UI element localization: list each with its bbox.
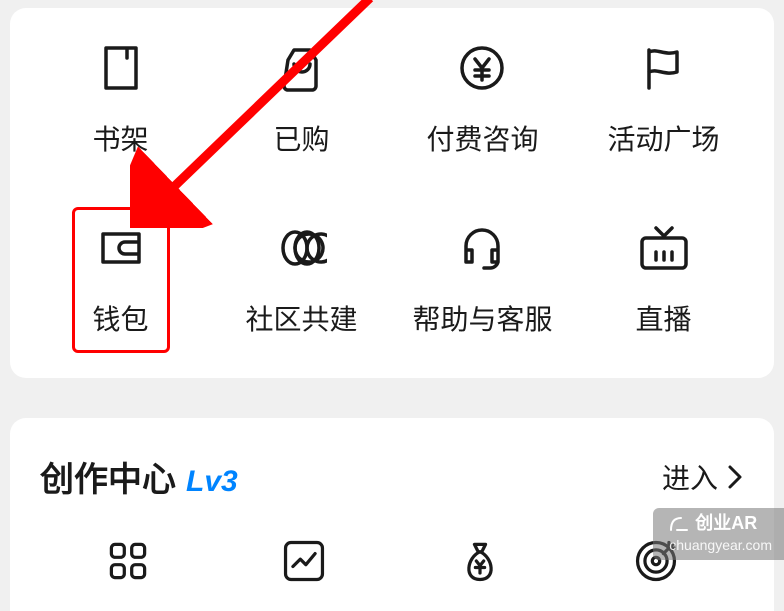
label: 社区共建 (245, 298, 357, 338)
creator-title: 创作中心 Lv3 (40, 452, 238, 501)
watermark-logo-icon (669, 516, 689, 532)
watermark-url: chuangyear.com (669, 536, 772, 554)
creator-title-text: 创作中心 (40, 452, 176, 501)
label: 帮助与客服 (412, 298, 552, 338)
label: 付费咨询 (426, 118, 538, 158)
flag-icon (633, 38, 693, 98)
label: 书架 (92, 118, 148, 158)
tv-live-icon (634, 218, 694, 278)
menu-item-bookshelf[interactable]: 书架 (91, 38, 151, 158)
label: 钱包 (92, 298, 148, 338)
money-bag-icon (450, 531, 510, 591)
menu-grid: 书架 已购 付费咨询 活动广场 钱包 (30, 38, 754, 338)
creator-grid (40, 531, 744, 591)
menu-item-activity[interactable]: 活动广场 (607, 38, 719, 158)
yen-circle-icon (452, 38, 512, 98)
bookshelf-icon (91, 38, 151, 98)
label: 活动广场 (607, 118, 719, 158)
menu-item-wallet[interactable]: 钱包 (72, 207, 170, 353)
headset-icon (452, 218, 512, 278)
menu-item-help[interactable]: 帮助与客服 (412, 218, 552, 338)
community-icon (271, 218, 331, 278)
creator-enter-link[interactable]: 进入 (662, 457, 744, 497)
grid-icon (98, 531, 158, 591)
menu-card: 书架 已购 付费咨询 活动广场 钱包 (10, 8, 774, 378)
chart-icon (274, 531, 334, 591)
creator-item-dashboard[interactable] (98, 531, 158, 591)
label: 直播 (635, 298, 691, 338)
creator-level-badge: Lv3 (186, 465, 238, 499)
shopping-bag-icon (272, 38, 332, 98)
creator-item-earnings[interactable] (450, 531, 510, 591)
menu-item-purchased[interactable]: 已购 (272, 38, 332, 158)
menu-item-paid-consult[interactable]: 付费咨询 (426, 38, 538, 158)
watermark-title: 创业AR (695, 512, 757, 535)
label: 已购 (273, 118, 329, 158)
enter-label: 进入 (662, 457, 718, 497)
creator-header: 创作中心 Lv3 进入 (40, 452, 744, 501)
menu-item-community[interactable]: 社区共建 (245, 218, 357, 338)
wallet-icon (91, 218, 151, 278)
menu-item-live[interactable]: 直播 (634, 218, 694, 338)
chevron-right-icon (724, 463, 744, 491)
watermark: 创业AR chuangyear.com (653, 508, 784, 560)
creator-item-analytics[interactable] (274, 531, 334, 591)
